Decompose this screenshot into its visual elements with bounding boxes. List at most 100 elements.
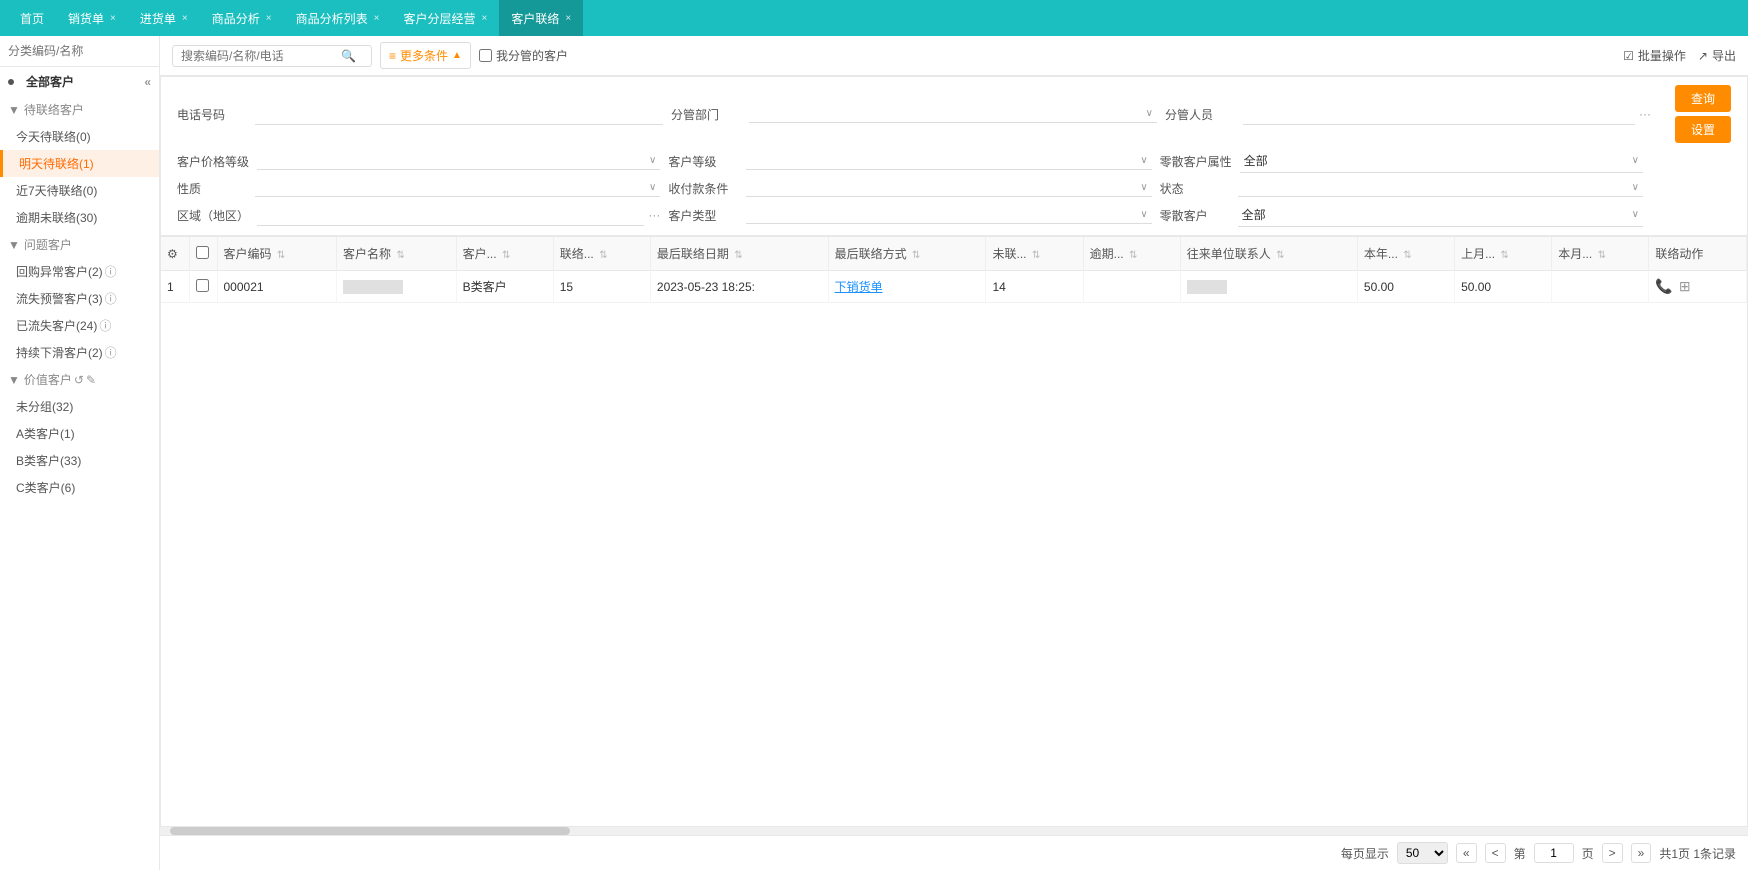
page-suffix: 页 xyxy=(1582,845,1594,862)
my-customers-checkbox[interactable] xyxy=(479,49,492,62)
nav-home[interactable]: 首页 xyxy=(8,0,56,36)
sidebar-item-today-contact[interactable]: 今天待联络(0) xyxy=(0,123,159,150)
edit-icon[interactable]: ✎ xyxy=(86,373,96,387)
col-name[interactable]: 客户名称 ⇅ xyxy=(337,237,457,271)
payment-select[interactable]: ∨ xyxy=(746,179,1151,197)
row-select-checkbox[interactable] xyxy=(196,279,209,292)
grid-action-icon[interactable]: ⊞ xyxy=(1679,278,1691,295)
row-last-method[interactable]: 下销货单 xyxy=(828,271,986,303)
settings-icon[interactable]: ⚙ xyxy=(167,247,178,261)
sidebar-item-tomorrow-contact[interactable]: 明天待联络(1) xyxy=(0,150,159,177)
last-page-btn[interactable]: » xyxy=(1631,843,1652,863)
sidebar-search-input[interactable] xyxy=(8,44,160,58)
col-last-month[interactable]: 上月... ⇅ xyxy=(1455,237,1552,271)
chevron-down-icon: ∨ xyxy=(1140,155,1147,166)
nav-product-analysis[interactable]: 商品分析 × xyxy=(200,0,284,36)
col-uncontacted[interactable]: 未联... ⇅ xyxy=(986,237,1083,271)
filter-payment: 收付款条件 ∨ xyxy=(668,179,1151,197)
nav-sales-order[interactable]: 销货单 × xyxy=(56,0,128,36)
close-icon[interactable]: × xyxy=(182,13,188,24)
customer-level-select[interactable]: ∨ xyxy=(746,152,1151,170)
sidebar-item-abnormal[interactable]: 回购异常客户(2) ⓘ xyxy=(0,258,159,285)
sidebar-item-churn-warning[interactable]: 流失预警客户(3) ⓘ xyxy=(0,285,159,312)
filter-actions: 查询 设置 xyxy=(1675,85,1731,143)
sidebar-all-customers[interactable]: 全部客户 « xyxy=(0,67,159,96)
nav-customer-tier[interactable]: 客户分层经营 × xyxy=(391,0,499,36)
sidebar-item-declining[interactable]: 持续下滑客户(2) ⓘ xyxy=(0,339,159,366)
col-gear[interactable]: ⚙ xyxy=(161,237,189,271)
manager-input[interactable] xyxy=(1243,104,1635,125)
horizontal-scrollbar[interactable] xyxy=(160,827,1748,835)
close-icon[interactable]: × xyxy=(481,13,487,24)
dots-icon[interactable]: ··· xyxy=(1639,107,1651,121)
status-select[interactable]: ∨ xyxy=(1238,179,1643,197)
query-button[interactable]: 查询 xyxy=(1675,85,1731,112)
filter-row-3: 性质 ∨ 收付款条件 ∨ 状态 xyxy=(177,179,1731,197)
batch-action-btn[interactable]: ☑ 批量操作 xyxy=(1623,47,1686,64)
prev-page-btn[interactable]: < xyxy=(1485,843,1506,863)
sidebar-group-problem[interactable]: ▼ 问题客户 xyxy=(0,231,159,258)
col-overdue[interactable]: 逾期... ⇅ xyxy=(1083,237,1180,271)
col-last-date[interactable]: 最后联络日期 ⇅ xyxy=(650,237,828,271)
next-page-btn[interactable]: > xyxy=(1602,843,1623,863)
search-input[interactable] xyxy=(181,49,341,63)
first-page-btn[interactable]: « xyxy=(1456,843,1477,863)
page-size-select[interactable]: 50 100 200 xyxy=(1397,842,1448,864)
close-icon[interactable]: × xyxy=(374,13,380,24)
price-level-select[interactable]: ∨ xyxy=(257,152,660,170)
row-checkbox[interactable] xyxy=(189,271,217,303)
contact-redacted xyxy=(1187,280,1227,294)
sparse-attr-select[interactable]: 全部 ∨ xyxy=(1240,149,1643,173)
chevron-down-icon: ∨ xyxy=(649,155,656,166)
sidebar-item-class-b[interactable]: B类客户(33) xyxy=(0,447,159,474)
col-this-month[interactable]: 本月... ⇅ xyxy=(1552,237,1649,271)
col-contact-count[interactable]: 联络... ⇅ xyxy=(553,237,650,271)
close-icon[interactable]: × xyxy=(565,13,571,24)
phone-action-icon[interactable]: 📞 xyxy=(1655,278,1672,295)
close-icon[interactable]: × xyxy=(110,13,116,24)
reset-button[interactable]: 设置 xyxy=(1675,116,1731,143)
col-this-year[interactable]: 本年... ⇅ xyxy=(1357,237,1454,271)
nature-select[interactable]: ∨ xyxy=(255,179,660,197)
sidebar-item-churned[interactable]: 已流失客户(24) ⓘ xyxy=(0,312,159,339)
nav-purchase-order[interactable]: 进货单 × xyxy=(128,0,200,36)
sparse-customer-select[interactable]: 全部 ∨ xyxy=(1238,203,1643,227)
content-area: 🔍 ≡ 更多条件 ▲ 我分管的客户 ☑ 批量操作 ↗ 导出 xyxy=(160,36,1748,870)
dept-select[interactable]: ∨ xyxy=(749,105,1157,123)
pagination-bar: 每页显示 50 100 200 « < 第 页 > » 共1页 1条记录 xyxy=(160,835,1748,870)
scrollbar-thumb[interactable] xyxy=(170,827,570,835)
sidebar-item-overdue-contact[interactable]: 逾期未联络(30) xyxy=(0,204,159,231)
sort-icon: ⇅ xyxy=(1403,250,1411,261)
col-code[interactable]: 客户编码 ⇅ xyxy=(217,237,337,271)
sidebar-group-value[interactable]: ▼ 价值客户 ↺ ✎ xyxy=(0,366,159,393)
dots-icon[interactable]: ··· xyxy=(648,208,660,222)
row-no: 1 xyxy=(161,271,189,303)
more-conditions-btn[interactable]: ≡ 更多条件 ▲ xyxy=(380,42,471,69)
search-icon[interactable]: 🔍 xyxy=(341,49,356,63)
export-btn[interactable]: ↗ 导出 xyxy=(1698,47,1736,64)
col-company-contact[interactable]: 往来单位联系人 ⇅ xyxy=(1180,237,1357,271)
my-customers-checkbox-label[interactable]: 我分管的客户 xyxy=(479,47,568,64)
toolbar: 🔍 ≡ 更多条件 ▲ 我分管的客户 ☑ 批量操作 ↗ 导出 xyxy=(160,36,1748,76)
sort-icon: ⇅ xyxy=(1032,250,1040,261)
nav-customer-contact[interactable]: 客户联络 × xyxy=(499,0,583,36)
select-all-checkbox[interactable] xyxy=(196,246,209,259)
toolbar-right: ☑ 批量操作 ↗ 导出 xyxy=(1623,47,1736,64)
page-number-input[interactable] xyxy=(1534,843,1574,863)
region-input[interactable] xyxy=(257,205,644,226)
sidebar-item-class-a[interactable]: A类客户(1) xyxy=(0,420,159,447)
close-icon[interactable]: × xyxy=(266,13,272,24)
sidebar-group-waiting[interactable]: ▼ 待联络客户 xyxy=(0,96,159,123)
nav-product-analysis-list[interactable]: 商品分析列表 × xyxy=(284,0,392,36)
customer-type-select[interactable]: ∨ xyxy=(746,206,1151,224)
sidebar-item-7day-contact[interactable]: 近7天待联络(0) xyxy=(0,177,159,204)
sidebar-item-ungrouped[interactable]: 未分组(32) xyxy=(0,393,159,420)
row-name xyxy=(337,271,457,303)
phone-input[interactable] xyxy=(255,104,663,125)
sidebar-item-class-c[interactable]: C类客户(6) xyxy=(0,474,159,501)
col-type[interactable]: 客户... ⇅ xyxy=(456,237,553,271)
sort-icon: ⇅ xyxy=(599,250,607,261)
col-last-method[interactable]: 最后联络方式 ⇅ xyxy=(828,237,986,271)
refresh-icon[interactable]: ↺ xyxy=(74,373,84,387)
top-navigation: 首页 销货单 × 进货单 × 商品分析 × 商品分析列表 × 客户分层经营 × … xyxy=(0,0,1748,36)
